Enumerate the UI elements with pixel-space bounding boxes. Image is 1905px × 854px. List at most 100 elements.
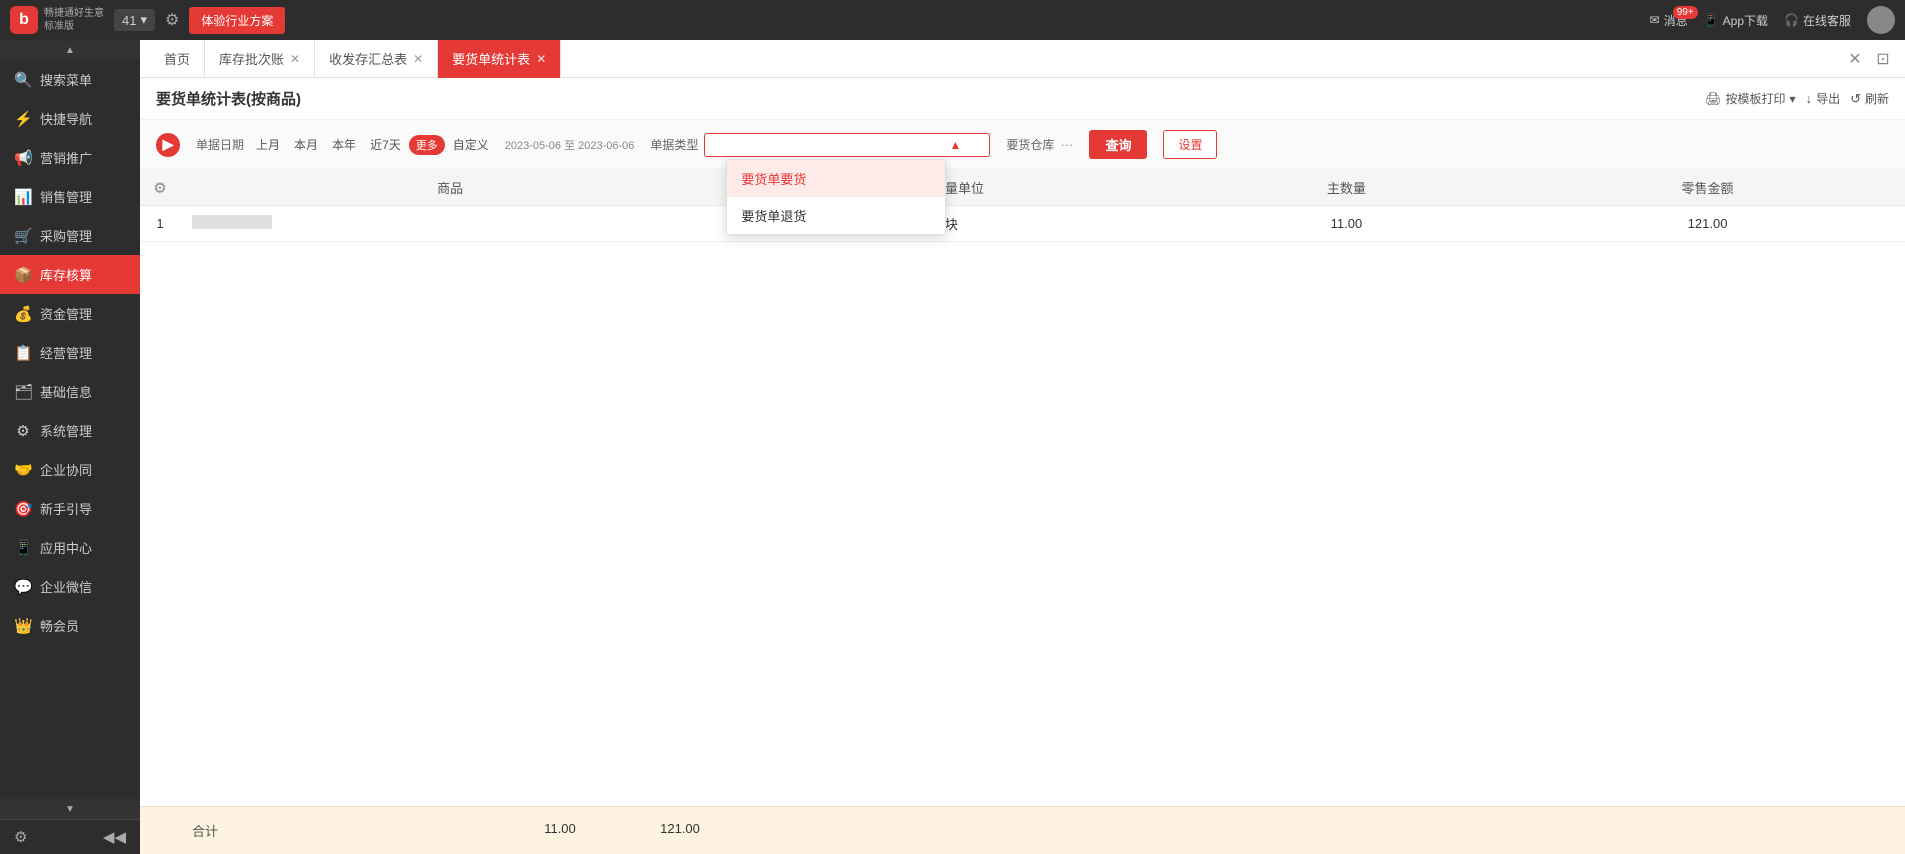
tab-close-collect[interactable]: ✕ [413, 52, 423, 66]
date-filter-group: 单据日期 上月 本月 本年 近7天 更多 自定义 2023-05-06 至 20… [196, 134, 634, 155]
quick-nav-icon: ⚡ [14, 110, 32, 128]
date-btn-this-month[interactable]: 本月 [288, 134, 324, 155]
content-area: 首页 库存批次账 ✕ 收发存汇总表 ✕ 要货单统计表 ✕ ✕ ⊡ 要 [140, 40, 1905, 854]
filter-settings-button[interactable]: 设置 [1163, 130, 1217, 159]
app-download-btn[interactable]: 📱 App下载 [1704, 12, 1768, 29]
logo-text: 畅捷通好生意 标准版 [44, 7, 104, 33]
logo-icon: b [10, 6, 38, 34]
cell-amount: 121.00 [1510, 206, 1905, 242]
dropdown-item-return[interactable]: 要货单退货 [727, 197, 945, 234]
warehouse-more-icon[interactable]: ··· [1060, 137, 1073, 152]
operations-icon: 📋 [14, 344, 32, 362]
sidebar-item-member[interactable]: 👑 畅会员 [0, 606, 140, 645]
user-avatar[interactable] [1867, 6, 1895, 34]
base-icon: 🗂 [14, 383, 32, 401]
sidebar-item-sales[interactable]: 📊 销售管理 [0, 177, 140, 216]
date-btn-this-year[interactable]: 本年 [326, 134, 362, 155]
tab-expand-btn[interactable]: ⊡ [1871, 47, 1895, 71]
date-btn-more[interactable]: 更多 [409, 135, 445, 155]
guide-icon: 🎯 [14, 500, 32, 518]
search-icon: 🔍 [14, 71, 32, 89]
customer-service-btn[interactable]: 🎧 在线客服 [1784, 12, 1851, 29]
trial-button[interactable]: 体验行业方案 [189, 7, 285, 34]
header-right: ✉ 消息 99+ 📱 App下载 🎧 在线客服 [1650, 6, 1895, 34]
date-range-text: 2023-05-06 至 2023-06-06 [505, 137, 635, 153]
tab-collect[interactable]: 收发存汇总表 ✕ [315, 40, 438, 78]
tab-home[interactable]: 首页 [150, 40, 205, 78]
messages-btn[interactable]: ✉ 消息 99+ [1650, 12, 1688, 29]
sidebar-item-inventory[interactable]: 📦 库存核算 [0, 255, 140, 294]
tab-close-demand[interactable]: ✕ [536, 52, 546, 66]
sidebar-item-guide[interactable]: 🎯 新手引导 [0, 489, 140, 528]
sidebar-item-system[interactable]: ⚙ 系统管理 [0, 411, 140, 450]
page-content: 要货单统计表(按商品) 🖨 按模板打印 ▾ ↓ 导出 ↺ 刷新 [140, 78, 1905, 854]
table-footer: 合计 11.00 121.00 [140, 806, 1905, 854]
tab-close-batch[interactable]: ✕ [290, 52, 300, 66]
message-icon: ✉ [1650, 13, 1660, 27]
top-header: b 畅捷通好生意 标准版 41 ▾ ⚙ 体验行业方案 ✉ 消息 99+ 📱 Ap… [0, 0, 1905, 40]
export-btn[interactable]: ↓ 导出 [1806, 90, 1841, 107]
tab-expand-btns: ✕ ⊡ [1843, 47, 1895, 71]
table-header-row: ⚙ 商品 主计量单位 主数量 零售金额 [140, 170, 1905, 206]
print-btn[interactable]: 🖨 按模板打印 ▾ [1705, 90, 1796, 107]
data-table: ⚙ 商品 主计量单位 主数量 零售金额 1 [140, 170, 1905, 242]
filter-area: ▶ 单据日期 上月 本月 本年 近7天 更多 自定义 2023-05-06 至 … [140, 120, 1905, 170]
sidebar-item-finance[interactable]: 💰 资金管理 [0, 294, 140, 333]
app-selector[interactable]: 41 ▾ [114, 9, 155, 31]
marketing-icon: 📢 [14, 149, 32, 167]
col-qty: 主数量 [1183, 170, 1510, 206]
type-select-box[interactable]: ▲ [704, 133, 990, 157]
type-select-value [713, 138, 716, 152]
date-btn-7days[interactable]: 近7天 [364, 134, 407, 155]
sidebar-item-apps[interactable]: 📱 应用中心 [0, 528, 140, 567]
footer-amount: 121.00 [620, 815, 740, 846]
sidebar-item-wechat[interactable]: 💬 企业微信 [0, 567, 140, 606]
warehouse-filter-group: 要货仓库 ··· [1006, 136, 1073, 153]
print-chevron-icon: ▾ [1790, 92, 1796, 106]
table-area: ⚙ 商品 主计量单位 主数量 零售金额 1 [140, 170, 1905, 806]
sidebar-item-quick-nav[interactable]: ⚡ 快捷导航 [0, 99, 140, 138]
apps-icon: 📱 [14, 539, 32, 557]
settings-icon[interactable]: ⚙ [165, 10, 179, 30]
refresh-btn[interactable]: ↺ 刷新 [1850, 90, 1889, 107]
main-layout: ▲ 🔍 搜索菜单 ⚡ 快捷导航 📢 营销推广 📊 销售管理 🛒 采购管理 [0, 40, 1905, 854]
sidebar-scroll-up[interactable]: ▲ [0, 40, 140, 60]
sidebar-item-purchase[interactable]: 🛒 采购管理 [0, 216, 140, 255]
date-btn-custom[interactable]: 自定义 [447, 134, 495, 155]
sidebar-item-base[interactable]: 🗂 基础信息 [0, 372, 140, 411]
sidebar-item-marketing[interactable]: 📢 营销推广 [0, 138, 140, 177]
export-icon: ↓ [1806, 91, 1813, 106]
page-header: 要货单统计表(按商品) 🖨 按模板打印 ▾ ↓ 导出 ↺ 刷新 [140, 78, 1905, 120]
date-buttons: 上月 本月 本年 近7天 更多 自定义 [250, 134, 495, 155]
product-placeholder [192, 215, 272, 229]
cell-qty: 11.00 [1183, 206, 1510, 242]
query-button[interactable]: 查询 [1089, 130, 1147, 159]
chevron-down-icon: ▾ [140, 12, 147, 28]
sidebar-settings-icon[interactable]: ⚙ [14, 828, 27, 846]
tab-close-all-btn[interactable]: ✕ [1843, 47, 1867, 71]
sidebar-collapse-icon[interactable]: ◀◀ [103, 828, 126, 846]
sidebar-item-operations[interactable]: 📋 经营管理 [0, 333, 140, 372]
tab-demand[interactable]: 要货单统计表 ✕ [438, 40, 561, 78]
dropdown-item-order[interactable]: 要货单要货 [727, 160, 945, 197]
sidebar-item-search[interactable]: 🔍 搜索菜单 [0, 60, 140, 99]
type-dropdown: 要货单要货 要货单退货 [726, 159, 946, 235]
type-label: 单据类型 [650, 136, 698, 153]
warehouse-label: 要货仓库 [1006, 136, 1054, 153]
tab-batch[interactable]: 库存批次账 ✕ [205, 40, 315, 78]
member-icon: 👑 [14, 617, 32, 635]
footer-cell-empty2 [380, 815, 500, 846]
footer-cells: 合计 11.00 121.00 [140, 815, 1905, 846]
col-product: 商品 [180, 170, 720, 206]
header-left: b 畅捷通好生意 标准版 41 ▾ ⚙ 体验行业方案 [10, 6, 285, 34]
col-settings-icon[interactable]: ⚙ [153, 180, 166, 197]
refresh-icon: ↺ [1850, 91, 1861, 107]
footer-label: 合计 [180, 815, 380, 846]
date-btn-prev-month[interactable]: 上月 [250, 134, 286, 155]
inventory-icon: 📦 [14, 266, 32, 284]
sidebar-item-coop[interactable]: 🤝 企业协同 [0, 450, 140, 489]
filter-toggle-btn[interactable]: ▶ [156, 133, 180, 157]
wechat-icon: 💬 [14, 578, 32, 596]
sidebar-scroll-down[interactable]: ▼ [0, 799, 140, 819]
page-actions: 🖨 按模板打印 ▾ ↓ 导出 ↺ 刷新 [1705, 90, 1889, 107]
